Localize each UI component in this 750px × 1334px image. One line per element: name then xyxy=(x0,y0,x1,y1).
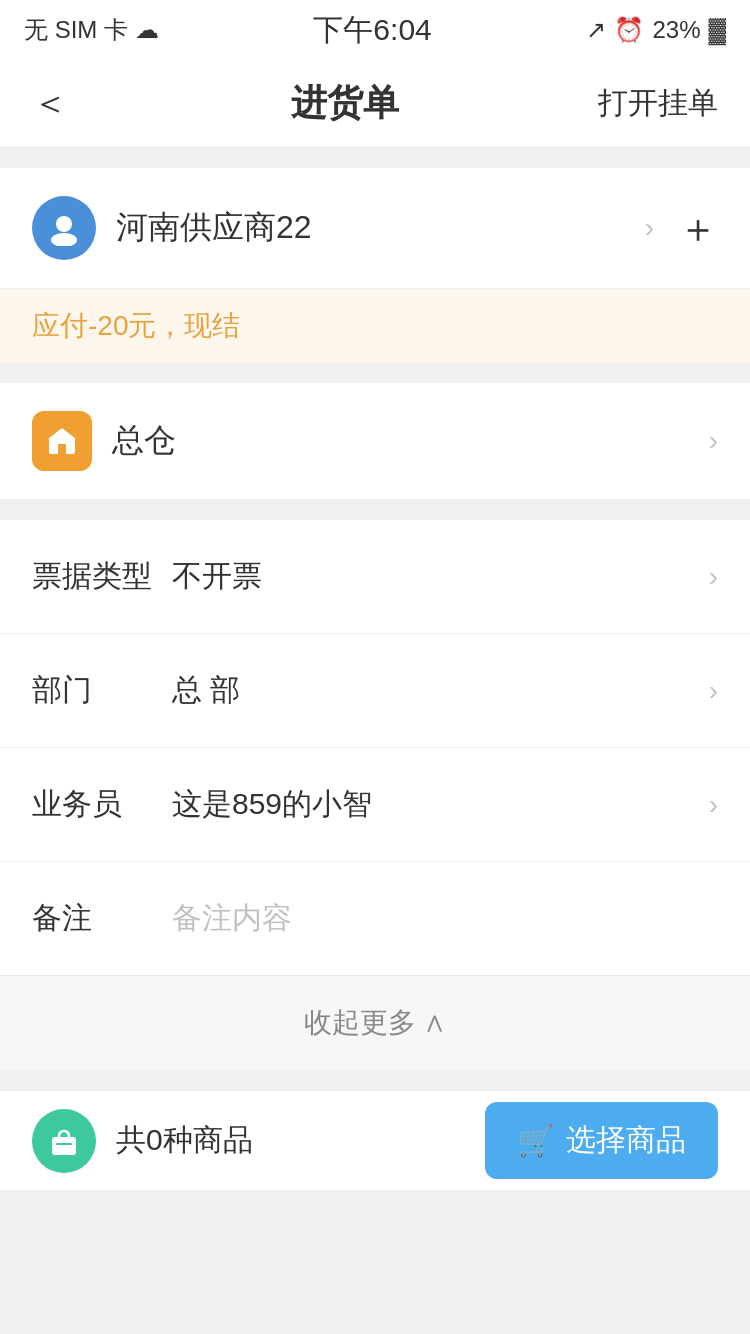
warehouse-name: 总仓 xyxy=(112,419,709,463)
select-label: 选择商品 xyxy=(566,1120,686,1161)
supplier-avatar xyxy=(32,196,96,260)
supplier-row[interactable]: 河南供应商22 › ＋ xyxy=(0,168,750,289)
svg-rect-5 xyxy=(52,1137,76,1155)
warehouse-icon-wrap xyxy=(32,411,92,471)
supplier-chevron-icon: › xyxy=(645,212,654,244)
collapse-button[interactable]: 收起更多 ∧ xyxy=(0,975,750,1070)
open-pending-button[interactable]: 打开挂单 xyxy=(598,83,718,124)
department-value: 总 部 xyxy=(172,670,709,711)
svg-point-1 xyxy=(51,233,77,246)
top-divider xyxy=(0,148,750,168)
department-row[interactable]: 部门 总 部 › xyxy=(0,633,750,747)
warehouse-building-icon xyxy=(45,424,79,458)
product-bag-icon xyxy=(46,1123,82,1159)
notice-banner: 应付-20元，现结 xyxy=(0,289,750,363)
warehouse-section: 总仓 › xyxy=(0,383,750,499)
warehouse-row[interactable]: 总仓 › xyxy=(0,383,750,499)
supplier-section: 河南供应商22 › ＋ 应付-20元，现结 xyxy=(0,168,750,363)
warehouse-chevron-icon: › xyxy=(709,425,718,457)
status-bar: 无 SIM 卡 ☁ 下午6:04 ↗ ⏰ 23% ▓ xyxy=(0,0,750,60)
salesperson-value: 这是859的小智 xyxy=(172,784,709,825)
status-right: ↗ ⏰ 23% ▓ xyxy=(586,16,726,44)
location-icon: ↗ xyxy=(586,16,606,44)
add-supplier-button[interactable]: ＋ xyxy=(678,201,718,256)
alarm-icon: ⏰ xyxy=(614,16,644,44)
invoice-type-label: 票据类型 xyxy=(32,556,172,597)
invoice-type-row[interactable]: 票据类型 不开票 › xyxy=(0,519,750,633)
status-time: 下午6:04 xyxy=(313,10,431,51)
nav-bar: ＜ 进货单 打开挂单 xyxy=(0,60,750,148)
invoice-type-chevron: › xyxy=(709,561,718,593)
select-product-button[interactable]: 🛒 选择商品 xyxy=(485,1102,718,1179)
bottom-bar: 共0种商品 🛒 选择商品 xyxy=(0,1090,750,1190)
form-section: 票据类型 不开票 › 部门 总 部 › 业务员 这是859的小智 › 备注 备注… xyxy=(0,519,750,1070)
svg-marker-3 xyxy=(48,428,76,439)
mid-divider1 xyxy=(0,363,750,383)
cart-icon: 🛒 xyxy=(517,1123,554,1158)
status-left: 无 SIM 卡 ☁ xyxy=(24,14,159,46)
notice-text: 应付-20元，现结 xyxy=(32,310,240,341)
supplier-name: 河南供应商22 xyxy=(116,206,645,250)
battery-text: 23% xyxy=(652,16,700,44)
mid-divider2 xyxy=(0,499,750,519)
sim-text: 无 SIM 卡 ☁ xyxy=(24,14,159,46)
page-background xyxy=(0,1190,750,1334)
invoice-type-value: 不开票 xyxy=(172,556,709,597)
remark-row[interactable]: 备注 备注内容 xyxy=(0,861,750,975)
salesperson-chevron: › xyxy=(709,789,718,821)
back-icon: ＜ xyxy=(32,82,68,123)
collapse-label: 收起更多 ∧ xyxy=(304,1004,447,1042)
remark-input[interactable]: 备注内容 xyxy=(172,898,718,939)
svg-rect-4 xyxy=(58,444,66,454)
battery-icon: ▓ xyxy=(708,16,726,44)
department-label: 部门 xyxy=(32,670,172,711)
department-chevron: › xyxy=(709,675,718,707)
remark-label: 备注 xyxy=(32,898,172,939)
person-icon xyxy=(46,210,82,246)
product-count-text: 共0种商品 xyxy=(116,1120,485,1161)
back-button[interactable]: ＜ xyxy=(32,79,92,128)
product-icon-wrap xyxy=(32,1109,96,1173)
svg-point-0 xyxy=(56,216,72,232)
bottom-divider xyxy=(0,1070,750,1090)
svg-rect-6 xyxy=(56,1143,72,1145)
page-title: 进货单 xyxy=(291,79,399,128)
salesperson-row[interactable]: 业务员 这是859的小智 › xyxy=(0,747,750,861)
salesperson-label: 业务员 xyxy=(32,784,172,825)
